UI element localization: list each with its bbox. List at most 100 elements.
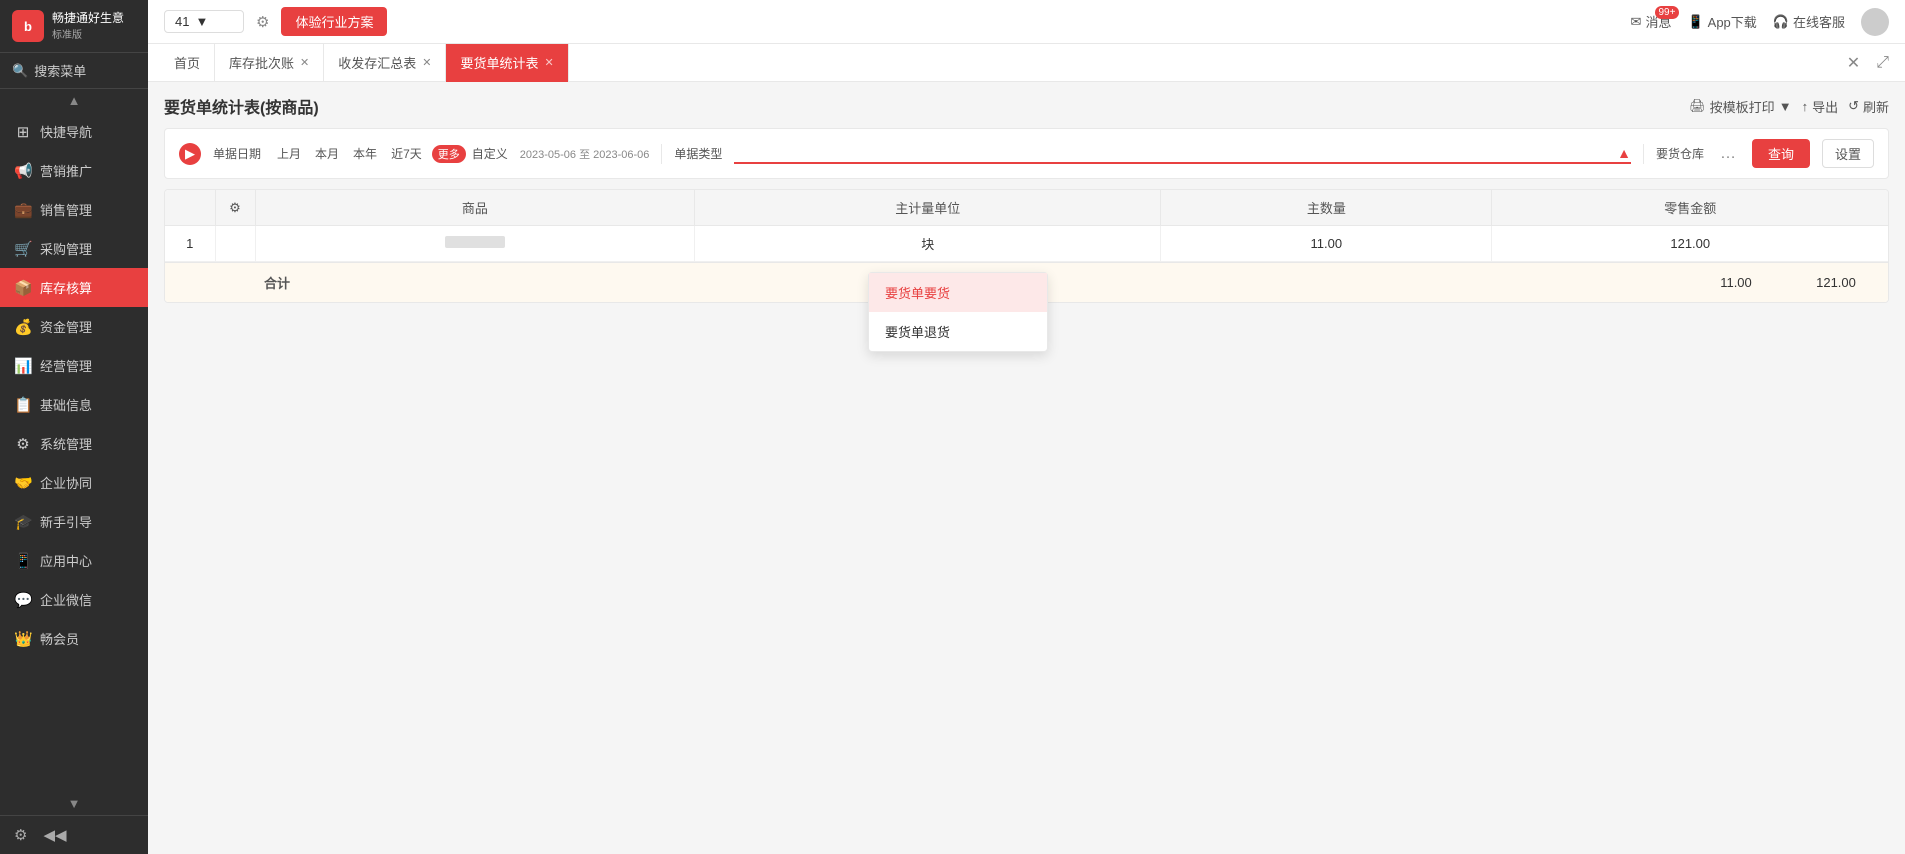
page-actions: 🖨 按模板打印 ▼ ↑ 导出 ↺ 刷新 [1689,97,1889,116]
logo-sub: 标准版 [52,26,124,41]
footer-quantity: 11.00 [1696,275,1776,290]
sales-icon: 💼 [14,201,32,219]
sidebar-item-label: 销售管理 [40,200,92,219]
sidebar-item-guide[interactable]: 🎓 新手引导 [0,502,148,541]
type-dropdown: 要货单要货 要货单退货 [868,272,1048,352]
tab-receipt-summary-close[interactable]: ✕ [422,56,431,69]
sidebar-scroll-up[interactable]: ▲ [0,89,148,112]
date-btn-this-year[interactable]: 本年 [349,143,381,164]
phone-icon: 📱 [1687,14,1703,30]
table-body: 1 块 11.00 121.00 [165,226,1888,262]
messages-item[interactable]: ✉ 消息 99+ [1631,12,1672,31]
type-filter-input[interactable] [734,143,1613,162]
export-icon: ↑ [1802,99,1809,114]
sidebar-item-basic[interactable]: 📋 基础信息 [0,385,148,424]
warehouse-filter-dots[interactable]: … [1716,145,1740,163]
dropdown-item-order-goods[interactable]: 要货单要货 [869,273,1047,312]
filter-expand-btn[interactable]: ▶ [179,143,201,165]
tab-receipt-summary[interactable]: 收发存汇总表 ✕ [324,44,446,82]
topbar-left: 41 ▼ ⚙ 体验行业方案 [164,7,387,36]
online-service-item[interactable]: 🎧 在线客服 [1773,12,1845,31]
trial-btn[interactable]: 体验行业方案 [281,7,387,36]
col-settings-icon: ⚙ [229,200,241,215]
sidebar-nav: ⊞ 快捷导航 📢 营销推广 💼 销售管理 🛒 采购管理 📦 库存核算 💰 资金管… [0,112,148,792]
sidebar-item-wechat[interactable]: 💬 企业微信 [0,580,148,619]
sidebar-search[interactable]: 🔍 搜索菜单 [0,53,148,89]
sidebar-item-operations[interactable]: 📊 经营管理 [0,346,148,385]
collapse-icon[interactable]: ◀◀ [43,826,66,844]
type-chevron-up-icon[interactable]: ▲ [1617,145,1631,161]
th-settings[interactable]: ⚙ [215,190,255,226]
expand-tabs[interactable]: ⤢ [1872,54,1893,72]
operations-icon: 📊 [14,357,32,375]
settings-icon[interactable]: ⚙ [14,826,27,844]
refresh-btn[interactable]: ↺ 刷新 [1848,97,1889,116]
message-icon: ✉ [1631,14,1642,30]
sidebar-item-sales[interactable]: 💼 销售管理 [0,190,148,229]
sidebar-item-label: 快捷导航 [40,122,92,141]
date-quick-btns: 上月 本月 本年 近7天 更多 自定义 [273,143,508,164]
member-icon: 👑 [14,630,32,648]
store-selector[interactable]: 41 ▼ [164,10,244,33]
dropdown-item-order-return[interactable]: 要货单退货 [869,312,1047,351]
sidebar: b 畅捷通好生意 标准版 🔍 搜索菜单 ▲ ⊞ 快捷导航 📢 营销推广 💼 销售… [0,0,148,854]
store-number: 41 [175,14,189,29]
export-btn[interactable]: ↑ 导出 [1802,97,1839,116]
page-content: 要货单统计表(按商品) 🖨 按模板打印 ▼ ↑ 导出 ↺ 刷新 [148,82,1905,854]
settings-gear-icon[interactable]: ⚙ [256,13,269,31]
date-btn-7days[interactable]: 近7天 [387,143,426,164]
query-btn[interactable]: 查询 [1752,139,1810,168]
sidebar-item-label: 应用中心 [40,551,92,570]
tab-order-summary[interactable]: 要货单统计表 ✕ [446,44,568,82]
print-icon: 🖨 [1689,98,1706,114]
footer-total-label: 合计 [177,273,377,292]
messages-badge: 99+ [1655,6,1680,19]
date-more-btn[interactable]: 更多 [432,145,466,163]
date-filter-label: 单据日期 [213,145,261,162]
print-btn[interactable]: 🖨 按模板打印 ▼ [1689,97,1791,116]
basic-icon: 📋 [14,396,32,414]
th-unit: 主计量单位 [695,190,1161,226]
page-header: 要货单统计表(按商品) 🖨 按模板打印 ▼ ↑ 导出 ↺ 刷新 [164,94,1889,118]
sidebar-item-enterprise[interactable]: 🤝 企业协同 [0,463,148,502]
user-avatar[interactable] [1861,8,1889,36]
date-btn-this-month[interactable]: 本月 [311,143,343,164]
topbar-right: ✉ 消息 99+ 📱 App下载 🎧 在线客服 [1631,8,1889,36]
th-product: 商品 [255,190,695,226]
sidebar-item-member[interactable]: 👑 畅会员 [0,619,148,658]
tab-inventory-batch[interactable]: 库存批次账 ✕ [215,44,324,82]
type-filter-wrapper: ▲ [734,143,1631,164]
sidebar-item-label: 企业协同 [40,473,92,492]
print-label: 按模板打印 [1710,97,1775,116]
sidebar-item-appstore[interactable]: 📱 应用中心 [0,541,148,580]
print-chevron: ▼ [1779,99,1792,114]
expand-icon: ▶ [185,146,195,162]
th-quantity: 主数量 [1161,190,1492,226]
sidebar-item-marketing[interactable]: 📢 营销推广 [0,151,148,190]
purchase-icon: 🛒 [14,240,32,258]
cell-quantity: 11.00 [1161,226,1492,262]
cell-product [255,226,695,262]
sidebar-item-purchase[interactable]: 🛒 采购管理 [0,229,148,268]
sidebar-item-label: 企业微信 [40,590,92,609]
tab-order-summary-close[interactable]: ✕ [545,56,554,69]
date-custom-btn[interactable]: 自定义 [472,145,508,162]
filter-settings-btn[interactable]: 设置 [1822,139,1874,168]
page-title: 要货单统计表(按商品) [164,94,319,118]
sidebar-item-inventory[interactable]: 📦 库存核算 [0,268,148,307]
appstore-icon: 📱 [14,552,32,570]
sidebar-item-label: 库存核算 [40,278,92,297]
sidebar-item-finance[interactable]: 💰 资金管理 [0,307,148,346]
warehouse-filter-label: 要货仓库 [1656,145,1704,162]
sidebar-scroll-down[interactable]: ▼ [0,792,148,815]
sidebar-item-label: 新手引导 [40,512,92,531]
sidebar-item-system[interactable]: ⚙ 系统管理 [0,424,148,463]
app-download-item[interactable]: 📱 App下载 [1687,12,1756,31]
sidebar-item-shortcut[interactable]: ⊞ 快捷导航 [0,112,148,151]
wechat-icon: 💬 [14,591,32,609]
close-all-tabs[interactable]: ✕ [1843,53,1864,73]
tab-inventory-batch-close[interactable]: ✕ [300,56,309,69]
date-btn-last-month[interactable]: 上月 [273,143,305,164]
tab-home[interactable]: 首页 [160,44,215,82]
main-area: 41 ▼ ⚙ 体验行业方案 ✉ 消息 99+ 📱 App下载 🎧 在线客服 [148,0,1905,854]
